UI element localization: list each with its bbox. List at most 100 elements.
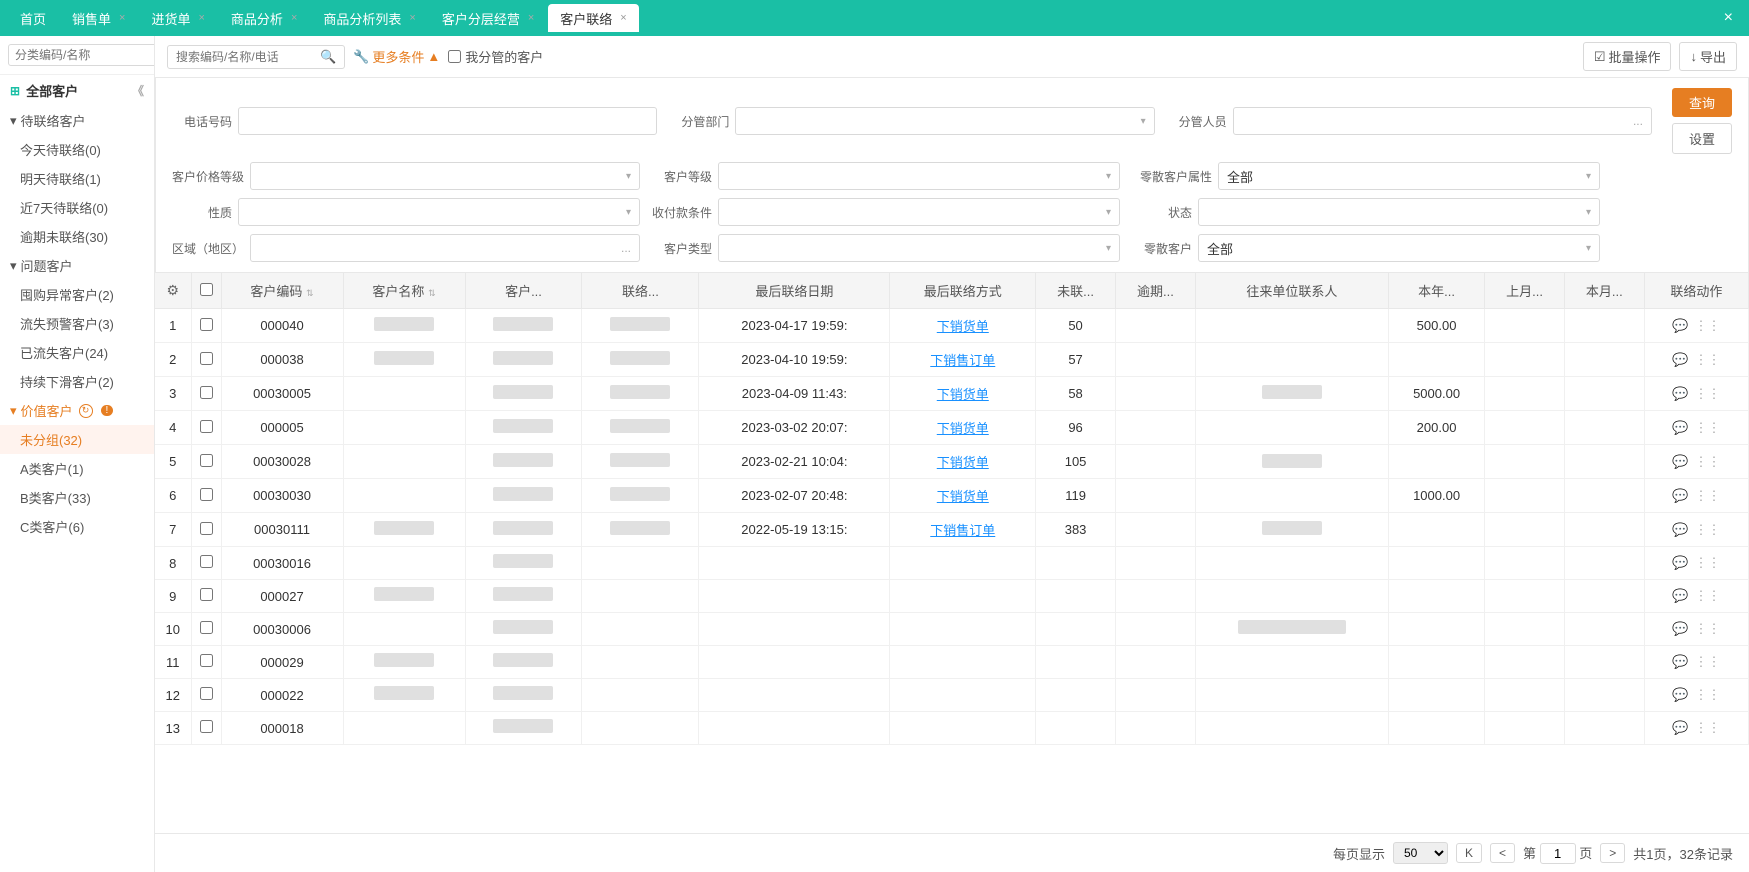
- page-number-input[interactable]: [1540, 843, 1576, 864]
- select-all-checkbox[interactable]: [200, 283, 213, 296]
- row-checkbox[interactable]: [200, 687, 213, 700]
- chat-icon[interactable]: 💬: [1672, 687, 1688, 703]
- reset-button[interactable]: 设置: [1672, 123, 1732, 154]
- sidebar-item-class-c[interactable]: C类客户(6): [0, 512, 154, 541]
- contact-method-link[interactable]: 下销货单: [937, 489, 989, 504]
- more-icon[interactable]: ⋮⋮: [1694, 352, 1720, 368]
- export-button[interactable]: ↓ 导出: [1679, 42, 1737, 71]
- sidebar-item-class-b[interactable]: B类客户(33): [0, 483, 154, 512]
- more-icon[interactable]: ⋮⋮: [1694, 654, 1720, 670]
- phone-input[interactable]: [238, 107, 657, 135]
- row-checkbox[interactable]: [200, 720, 213, 733]
- row-checkbox[interactable]: [200, 522, 213, 535]
- per-page-select[interactable]: 50 100 200: [1393, 842, 1448, 864]
- payment-select[interactable]: ▾: [718, 198, 1120, 226]
- chat-icon[interactable]: 💬: [1672, 352, 1688, 368]
- tab-customer-contact[interactable]: 客户联络 ×: [548, 4, 638, 32]
- sidebar-item-churn-warning[interactable]: 流失预警客户(3): [0, 309, 154, 338]
- more-icon[interactable]: ⋮⋮: [1694, 420, 1720, 436]
- status-select[interactable]: ▾: [1198, 198, 1600, 226]
- row-checkbox[interactable]: [200, 318, 213, 331]
- chat-icon[interactable]: 💬: [1672, 420, 1688, 436]
- more-icon[interactable]: ⋮⋮: [1694, 386, 1720, 402]
- more-icon[interactable]: ⋮⋮: [1694, 621, 1720, 637]
- tab-home[interactable]: 首页: [8, 4, 58, 32]
- contact-method-link[interactable]: 下销货单: [937, 319, 989, 334]
- col-settings[interactable]: ⚙: [155, 273, 191, 309]
- tab-purchase[interactable]: 进货单 ×: [139, 4, 216, 32]
- row-checkbox[interactable]: [200, 352, 213, 365]
- department-select[interactable]: ▾: [735, 107, 1154, 135]
- gear-icon[interactable]: ⚙: [166, 282, 179, 298]
- filter-more-conditions[interactable]: 🔧 更多条件 ▲: [353, 47, 440, 66]
- sidebar-item-class-a[interactable]: A类客户(1): [0, 454, 154, 483]
- customer-level-select[interactable]: ▾: [718, 162, 1120, 190]
- sidebar-all-customers[interactable]: ⊞ 全部客户 《: [0, 75, 154, 106]
- close-tab-customer-segment[interactable]: ×: [528, 12, 534, 24]
- chat-icon[interactable]: 💬: [1672, 621, 1688, 637]
- retail-customer-select[interactable]: 全部 ▾: [1198, 234, 1600, 262]
- gender-select[interactable]: ▾: [238, 198, 640, 226]
- chat-icon[interactable]: 💬: [1672, 654, 1688, 670]
- more-icon[interactable]: ⋮⋮: [1694, 488, 1720, 504]
- more-icon[interactable]: ⋮⋮: [1694, 555, 1720, 571]
- sidebar-item-declining[interactable]: 持续下滑客户(2): [0, 367, 154, 396]
- my-customers-checkbox[interactable]: [448, 50, 461, 63]
- chat-icon[interactable]: 💬: [1672, 454, 1688, 470]
- close-tab-purchase[interactable]: ×: [198, 12, 204, 24]
- more-icon[interactable]: ⋮⋮: [1694, 588, 1720, 604]
- more-icon[interactable]: ⋮⋮: [1694, 454, 1720, 470]
- sidebar-group-problem[interactable]: ▾ 问题客户: [0, 251, 154, 280]
- chat-icon[interactable]: 💬: [1672, 318, 1688, 334]
- contact-method-link[interactable]: 下销货单: [937, 387, 989, 402]
- retail-attr-select[interactable]: 全部 ▾: [1218, 162, 1600, 190]
- next-page-button[interactable]: >: [1600, 843, 1625, 863]
- dots-icon[interactable]: ...: [1633, 114, 1643, 128]
- close-tab-sales[interactable]: ×: [119, 12, 125, 24]
- close-tab-product-analysis[interactable]: ×: [291, 12, 297, 24]
- prev-page-button[interactable]: <: [1490, 843, 1515, 863]
- tab-customer-segment[interactable]: 客户分层经营 ×: [430, 4, 546, 32]
- tab-product-analysis[interactable]: 商品分析 ×: [219, 4, 309, 32]
- more-icon[interactable]: ⋮⋮: [1694, 720, 1720, 736]
- contact-method-link[interactable]: 下销售订单: [930, 523, 995, 538]
- sort-icon-2[interactable]: ⇅: [428, 288, 436, 298]
- sidebar-item-churned[interactable]: 已流失客户(24): [0, 338, 154, 367]
- chat-icon[interactable]: 💬: [1672, 555, 1688, 571]
- tab-sales[interactable]: 销售单 ×: [60, 4, 137, 32]
- close-tab-product-list[interactable]: ×: [409, 12, 415, 24]
- contact-method-link[interactable]: 下销货单: [937, 421, 989, 436]
- contact-method-link[interactable]: 下销售订单: [930, 353, 995, 368]
- batch-operations-button[interactable]: ☑ 批量操作: [1583, 42, 1672, 71]
- first-page-button[interactable]: K: [1456, 843, 1482, 863]
- filter-search-icon[interactable]: 🔍: [320, 49, 336, 65]
- chat-icon[interactable]: 💬: [1672, 588, 1688, 604]
- price-level-select[interactable]: ▾: [250, 162, 640, 190]
- refresh-icon[interactable]: ↻: [79, 404, 93, 418]
- dots-icon-2[interactable]: ...: [621, 241, 631, 255]
- close-window-button[interactable]: ×: [1716, 9, 1741, 27]
- row-checkbox[interactable]: [200, 621, 213, 634]
- row-checkbox[interactable]: [200, 420, 213, 433]
- more-icon[interactable]: ⋮⋮: [1694, 318, 1720, 334]
- chat-icon[interactable]: 💬: [1672, 488, 1688, 504]
- sidebar-item-abnormal[interactable]: 囤购异常客户(2): [0, 280, 154, 309]
- close-tab-customer-contact[interactable]: ×: [620, 12, 626, 24]
- row-checkbox[interactable]: [200, 488, 213, 501]
- chat-icon[interactable]: 💬: [1672, 386, 1688, 402]
- sidebar-group-pending[interactable]: ▾ 待联络客户: [0, 106, 154, 135]
- sidebar-item-tomorrow[interactable]: 明天待联络(1): [0, 164, 154, 193]
- row-checkbox[interactable]: [200, 588, 213, 601]
- more-icon[interactable]: ⋮⋮: [1694, 687, 1720, 703]
- chat-icon[interactable]: 💬: [1672, 522, 1688, 538]
- manager-select[interactable]: ...: [1233, 107, 1652, 135]
- query-button[interactable]: 查询: [1672, 88, 1732, 117]
- sidebar-search-input[interactable]: [8, 44, 155, 66]
- row-checkbox[interactable]: [200, 454, 213, 467]
- sidebar-group-value[interactable]: ▾ 价值客户 ↻ !: [0, 396, 154, 425]
- sort-icon[interactable]: ⇅: [306, 288, 314, 298]
- sidebar-item-today[interactable]: 今天待联络(0): [0, 135, 154, 164]
- customer-type-select[interactable]: ▾: [718, 234, 1120, 262]
- row-checkbox[interactable]: [200, 386, 213, 399]
- more-icon[interactable]: ⋮⋮: [1694, 522, 1720, 538]
